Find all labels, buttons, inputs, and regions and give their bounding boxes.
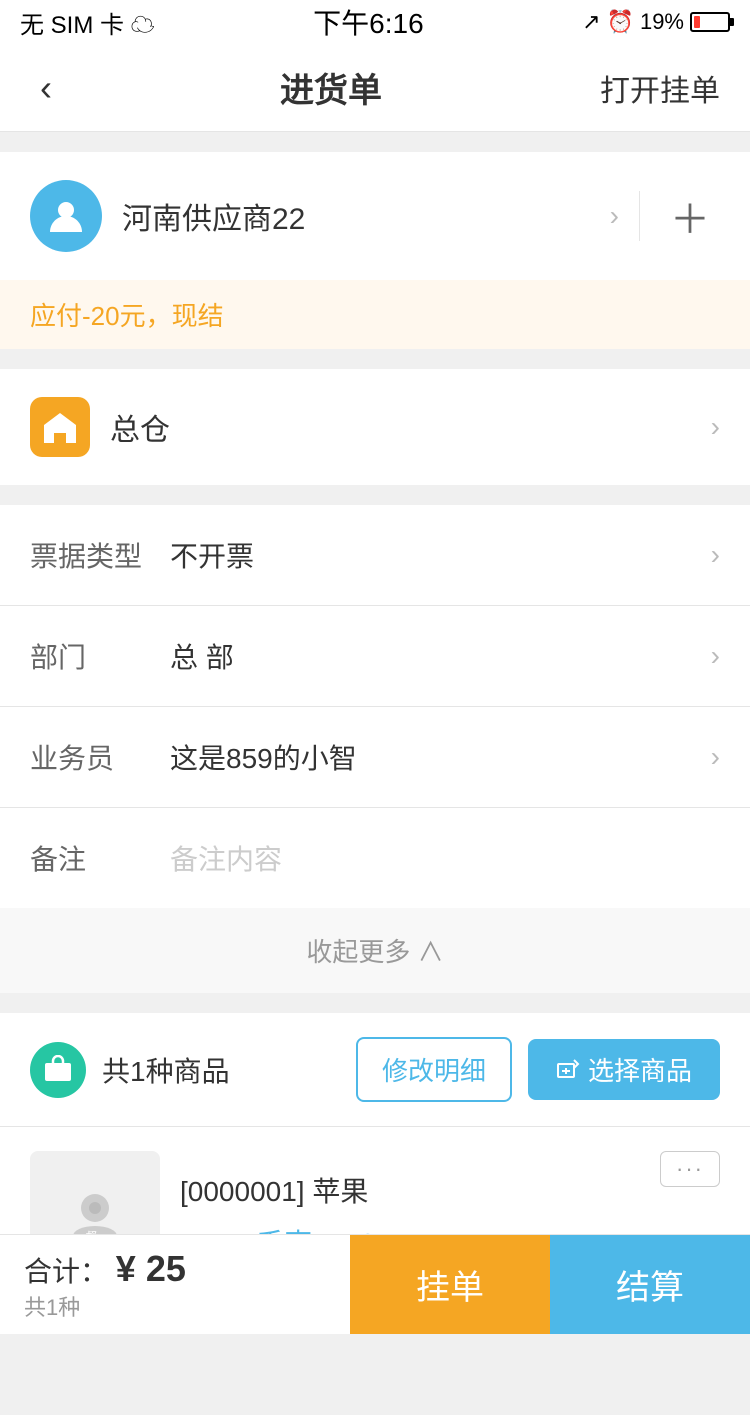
back-button[interactable]: ‹ xyxy=(30,57,62,119)
location-icon: ↗ xyxy=(582,9,600,35)
product-more-button[interactable]: ··· xyxy=(660,1151,720,1187)
separator2 xyxy=(0,349,750,369)
total-count: 共1种 xyxy=(24,1290,326,1322)
invoice-value: 不开票 xyxy=(170,535,701,575)
status-time: 下午6:16 xyxy=(313,2,424,42)
person-icon xyxy=(46,196,86,236)
status-right: ↗ ⏰ 19% xyxy=(582,9,730,35)
warehouse-name: 总仓 xyxy=(110,405,701,449)
salesperson-row[interactable]: 业务员 这是859的小智 › xyxy=(0,707,750,807)
invoice-type-row[interactable]: 票据类型 不开票 › xyxy=(0,505,750,605)
hang-button[interactable]: 挂单 xyxy=(350,1235,550,1334)
status-left: 无 SIM 卡 ☁ xyxy=(20,5,155,40)
total-label: 合计： xyxy=(24,1256,108,1287)
select-product-label: 选择商品 xyxy=(588,1051,692,1088)
checkout-button[interactable]: 结算 xyxy=(550,1235,750,1334)
salesperson-chevron-icon: › xyxy=(701,741,720,773)
warehouse-section[interactable]: 总仓 › xyxy=(0,369,750,485)
total-line: 合计： ¥ 25 xyxy=(24,1248,326,1290)
total-area: 合计： ¥ 25 共1种 xyxy=(0,1235,350,1334)
product-count-icon xyxy=(30,1042,86,1098)
edit-detail-button[interactable]: 修改明细 xyxy=(356,1037,512,1102)
warehouse-icon xyxy=(30,397,90,457)
status-bar: 无 SIM 卡 ☁ 下午6:16 ↗ ⏰ 19% xyxy=(0,0,750,44)
home-icon xyxy=(42,409,78,445)
page-title: 进货单 xyxy=(280,63,382,112)
supplier-chevron-icon: › xyxy=(600,200,619,232)
remark-label: 备注 xyxy=(30,838,150,878)
product-name: [0000001] 苹果 xyxy=(180,1170,640,1210)
sim-status: 无 SIM 卡 ☁ xyxy=(20,5,155,40)
supplier-left[interactable]: 河南供应商22 › xyxy=(30,180,619,252)
select-product-button[interactable]: 选择商品 xyxy=(528,1039,720,1100)
notice-bar: 应付-20元，现结 xyxy=(0,280,750,349)
remark-row[interactable]: 备注 备注内容 xyxy=(0,808,750,908)
department-chevron-icon: › xyxy=(701,640,720,672)
remark-value: 备注内容 xyxy=(170,838,720,878)
invoice-label: 票据类型 xyxy=(30,535,150,575)
separator3 xyxy=(0,485,750,505)
alarm-icon: ⏰ xyxy=(607,9,634,35)
battery-percent: 19% xyxy=(640,9,684,35)
separator xyxy=(0,132,750,152)
collapse-label: 收起更多 ∧ xyxy=(306,932,443,969)
supplier-section: 河南供应商22 › ＋ xyxy=(0,152,750,280)
select-product-icon xyxy=(556,1058,580,1082)
department-row[interactable]: 部门 总 部 › xyxy=(0,606,750,706)
department-value: 总 部 xyxy=(170,636,701,676)
add-supplier-button[interactable]: ＋ xyxy=(660,187,720,245)
total-value: ¥ 25 xyxy=(116,1248,186,1289)
department-label: 部门 xyxy=(30,636,150,676)
invoice-chevron-icon: › xyxy=(701,539,720,571)
separator4 xyxy=(0,993,750,1013)
warehouse-chevron-icon: › xyxy=(701,411,720,443)
open-hang-button[interactable]: 打开挂单 xyxy=(600,66,720,110)
divider xyxy=(639,191,640,241)
battery-fill xyxy=(694,16,700,28)
bottom-bar: 合计： ¥ 25 共1种 挂单 结算 xyxy=(0,1234,750,1334)
supplier-name: 河南供应商22 xyxy=(122,194,305,238)
salesperson-label: 业务员 xyxy=(30,737,150,777)
nav-bar: ‹ 进货单 打开挂单 xyxy=(0,44,750,132)
collapse-more-button[interactable]: 收起更多 ∧ xyxy=(0,908,750,993)
supplier-avatar xyxy=(30,180,102,252)
cart-icon xyxy=(43,1055,73,1085)
products-header: 共1种商品 修改明细 选择商品 xyxy=(0,1013,750,1126)
product-count-text: 共1种商品 xyxy=(102,1050,340,1090)
salesperson-value: 这是859的小智 xyxy=(170,737,701,777)
battery-icon xyxy=(690,12,730,32)
